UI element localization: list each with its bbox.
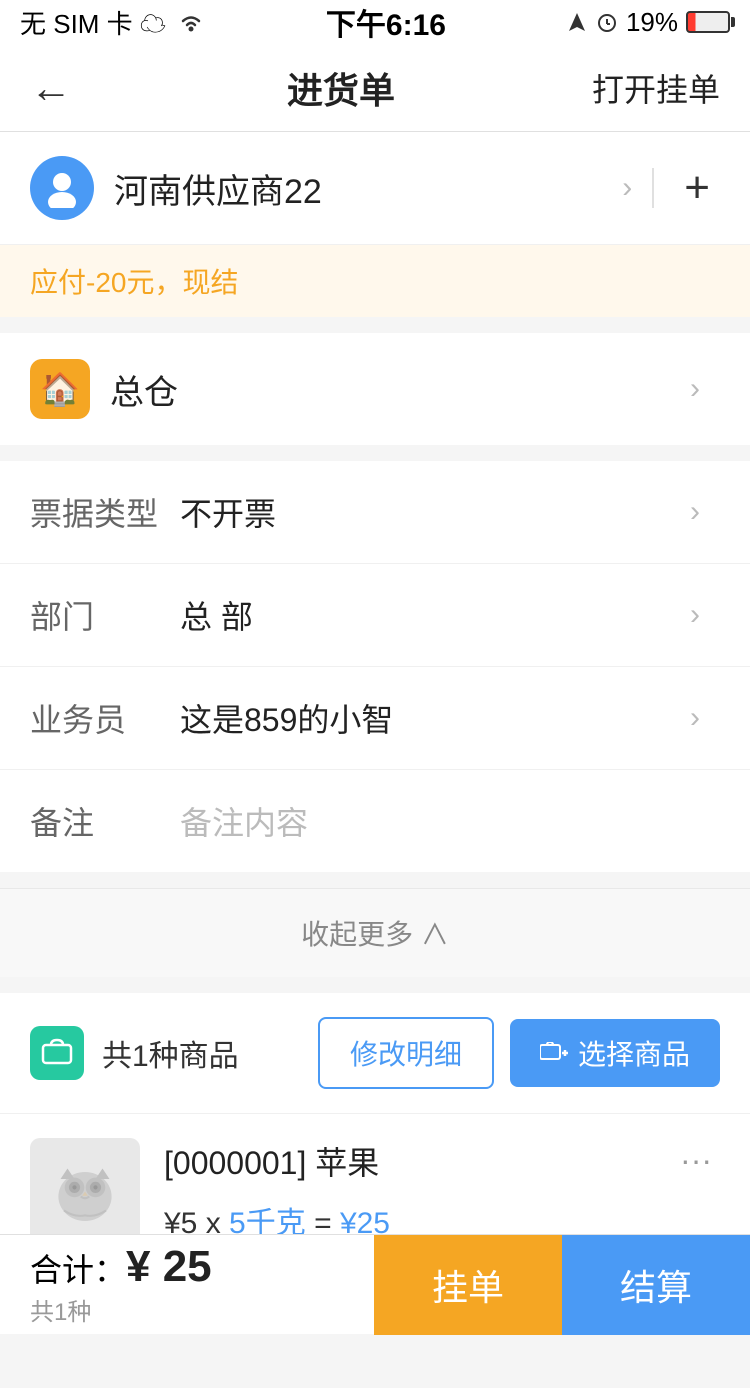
warehouse-name: 总仓 xyxy=(110,365,690,414)
dept-label: 部门 xyxy=(30,592,160,638)
sales-chevron-icon: › xyxy=(690,701,700,735)
supplier-chevron-icon: › xyxy=(622,171,632,205)
product-thumbnail xyxy=(30,1138,140,1248)
nav-bar: ← 进货单 打开挂单 xyxy=(0,44,750,132)
dept-value: 总 部 xyxy=(160,592,690,638)
person-icon xyxy=(42,168,82,208)
remark-label: 备注 xyxy=(30,798,160,844)
edit-detail-button[interactable]: 修改明细 xyxy=(318,1017,494,1089)
form-section: 票据类型 不开票 › 部门 总 部 › 业务员 这是859的小智 › 备注 备注… xyxy=(0,461,750,872)
notice-text: 应付-20元，现结 xyxy=(30,267,238,298)
sales-row[interactable]: 业务员 这是859的小智 › xyxy=(0,667,750,770)
add-supplier-button[interactable]: + xyxy=(674,163,720,213)
divider xyxy=(652,168,654,208)
product-icon xyxy=(30,1026,84,1080)
remark-value[interactable]: 备注内容 xyxy=(160,798,720,844)
collapse-label: 收起更多 ∧ xyxy=(301,919,449,950)
warehouse-icon-symbol: 🏠 xyxy=(40,370,80,408)
bottom-bar: 合计：¥ 25 共1种 挂单 结算 xyxy=(0,1234,750,1334)
alarm-icon xyxy=(596,11,618,33)
status-bar: 无 SIM 卡 ☁ 下午6:16 19% xyxy=(0,0,750,44)
cart-add-icon xyxy=(540,1042,568,1064)
status-right: 19% xyxy=(566,7,730,38)
collapse-button[interactable]: 收起更多 ∧ xyxy=(0,888,750,977)
sim-status: 无 SIM 卡 ☁ xyxy=(20,4,166,41)
page-title: 进货单 xyxy=(287,62,395,114)
total-prefix: 合计： xyxy=(30,1252,126,1288)
supplier-row[interactable]: 河南供应商22 › + xyxy=(0,132,750,245)
battery-percent: 19% xyxy=(626,7,678,38)
battery-icon xyxy=(686,11,730,33)
product-info: [0000001] 苹果 ¥5 x 5千克 = ¥25 xyxy=(164,1138,672,1242)
back-button[interactable]: ← xyxy=(30,64,90,112)
cart-icon xyxy=(41,1037,73,1069)
notice-bar: 应付-20元，现结 xyxy=(0,245,750,317)
ticket-type-label: 票据类型 xyxy=(30,489,160,535)
open-hang-button[interactable]: 打开挂单 xyxy=(592,65,720,111)
total-section: 合计：¥ 25 共1种 xyxy=(0,1242,374,1327)
product-name: [0000001] 苹果 xyxy=(164,1138,672,1184)
product-more-button[interactable]: ··· xyxy=(672,1138,720,1183)
select-product-label: 选择商品 xyxy=(578,1033,690,1073)
product-count: 共1种商品 xyxy=(102,1031,318,1075)
ticket-type-row[interactable]: 票据类型 不开票 › xyxy=(0,461,750,564)
ticket-type-value: 不开票 xyxy=(160,489,690,535)
warehouse-row[interactable]: 🏠 总仓 › xyxy=(0,333,750,445)
supplier-avatar xyxy=(30,156,94,220)
sales-label: 业务员 xyxy=(30,695,160,741)
dept-row[interactable]: 部门 总 部 › xyxy=(0,564,750,667)
product-header: 共1种商品 修改明细 选择商品 xyxy=(0,993,750,1114)
hang-button[interactable]: 挂单 xyxy=(374,1235,562,1335)
status-time: 下午6:16 xyxy=(326,0,446,44)
select-product-button[interactable]: 选择商品 xyxy=(510,1019,720,1087)
total-sub: 共1种 xyxy=(30,1292,344,1327)
dept-chevron-icon: › xyxy=(690,598,700,632)
warehouse-chevron-icon: › xyxy=(690,372,700,406)
owl-logo-icon xyxy=(50,1158,120,1228)
remark-row[interactable]: 备注 备注内容 xyxy=(0,770,750,872)
supplier-name: 河南供应商22 xyxy=(114,164,622,213)
total-line: 合计：¥ 25 xyxy=(30,1242,344,1292)
warehouse-icon: 🏠 xyxy=(30,359,90,419)
products-section: 共1种商品 修改明细 选择商品 xyxy=(0,993,750,1272)
status-left: 无 SIM 卡 ☁ xyxy=(20,4,206,41)
ticket-chevron-icon: › xyxy=(690,495,700,529)
supplier-section: 河南供应商22 › + 应付-20元，现结 xyxy=(0,132,750,317)
sales-value: 这是859的小智 xyxy=(160,695,690,741)
location-icon xyxy=(566,11,588,33)
total-amount: ¥ 25 xyxy=(126,1242,212,1291)
wifi-icon xyxy=(176,11,206,33)
checkout-button[interactable]: 结算 xyxy=(562,1235,750,1335)
